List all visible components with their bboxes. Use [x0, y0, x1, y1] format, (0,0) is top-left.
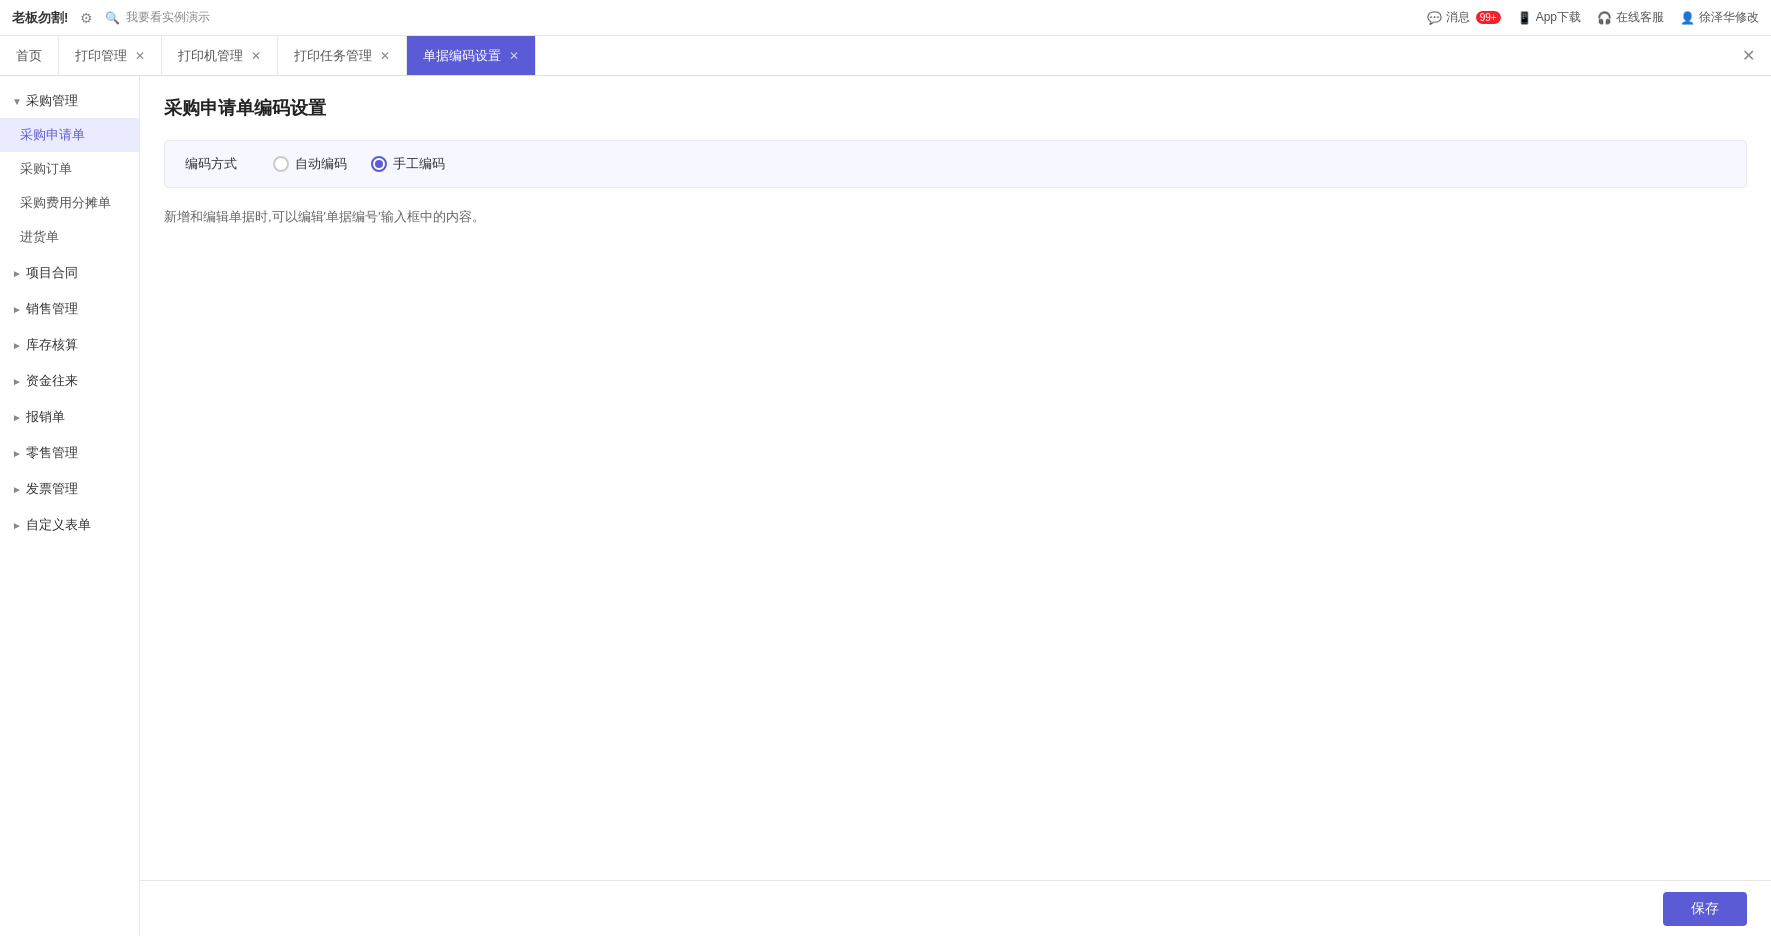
radio-manual-circle[interactable] [371, 156, 387, 172]
radio-auto-encoding[interactable]: 自动编码 [273, 155, 347, 173]
search-demo[interactable]: 🔍 我要看实例演示 [105, 9, 210, 26]
sidebar-group-sales-title[interactable]: ► 销售管理 [0, 292, 139, 326]
sidebar-group-invoice-title[interactable]: ► 发票管理 [0, 472, 139, 506]
radio-auto-label: 自动编码 [295, 155, 347, 173]
content-footer: 保存 [140, 880, 1771, 936]
app-download-label: App下载 [1536, 9, 1581, 26]
tab-single-code[interactable]: 单据编码设置 ✕ [407, 36, 536, 75]
sidebar-group-purchase: ▼ 采购管理 采购申请单 采购订单 采购费用分摊单 进货单 [0, 84, 139, 254]
customer-service-label: 在线客服 [1616, 9, 1664, 26]
settings-icon[interactable]: ⚙ [80, 10, 93, 26]
sidebar-item-purchase-order[interactable]: 采购订单 [0, 152, 139, 186]
message-icon: 💬 [1427, 11, 1442, 25]
sidebar-group-invoice: ► 发票管理 [0, 472, 139, 506]
chevron-down-icon: ▼ [12, 96, 22, 107]
tab-bar-close-all[interactable]: ✕ [1726, 36, 1771, 75]
sidebar-group-fund-title[interactable]: ► 资金往来 [0, 364, 139, 398]
save-button[interactable]: 保存 [1663, 892, 1747, 926]
radio-manual-label: 手工编码 [393, 155, 445, 173]
radio-auto-circle[interactable] [273, 156, 289, 172]
brand-label: 老板勿割! [12, 9, 68, 27]
page-title: 采购申请单编码设置 [164, 96, 1747, 120]
tab-print-task[interactable]: 打印任务管理 ✕ [278, 36, 407, 75]
sidebar-item-purchase-order-label: 采购订单 [20, 161, 72, 176]
sidebar-group-sales-label: 销售管理 [26, 300, 78, 318]
avatar-icon: 👤 [1680, 11, 1695, 25]
app-icon: 📱 [1517, 11, 1532, 25]
sidebar-item-purchase-expense-label: 采购费用分摊单 [20, 195, 111, 210]
sidebar-group-invoice-label: 发票管理 [26, 480, 78, 498]
chevron-right-icon-sales: ► [12, 304, 22, 315]
chevron-right-icon-returns: ► [12, 412, 22, 423]
tab-print-mgmt-close[interactable]: ✕ [135, 49, 145, 63]
sidebar-group-inventory: ► 库存核算 [0, 328, 139, 362]
sidebar-group-inventory-label: 库存核算 [26, 336, 78, 354]
tab-print-mgmt[interactable]: 打印管理 ✕ [59, 36, 162, 75]
tab-printer-mgmt-close[interactable]: ✕ [251, 49, 261, 63]
headset-icon: 🎧 [1597, 11, 1612, 25]
sidebar-group-returns-title[interactable]: ► 报销单 [0, 400, 139, 434]
tab-print-task-close[interactable]: ✕ [380, 49, 390, 63]
sidebar-group-returns-label: 报销单 [26, 408, 65, 426]
tab-bar: 首页 打印管理 ✕ 打印机管理 ✕ 打印任务管理 ✕ 单据编码设置 ✕ ✕ [0, 36, 1771, 76]
customer-service-button[interactable]: 🎧 在线客服 [1597, 9, 1664, 26]
chevron-right-icon-project: ► [12, 268, 22, 279]
sidebar-group-purchase-title[interactable]: ▼ 采购管理 [0, 84, 139, 118]
sidebar-group-fund-label: 资金往来 [26, 372, 78, 390]
sidebar-group-custom-label: 自定义表单 [26, 516, 91, 534]
top-bar: 老板勿割! ⚙ 🔍 我要看实例演示 💬 消息 99+ 📱 App下载 🎧 在线客… [0, 0, 1771, 36]
sidebar: ▼ 采购管理 采购申请单 采购订单 采购费用分摊单 进货单 ► 项目合同 [0, 76, 140, 936]
encoding-label: 编码方式 [185, 155, 237, 173]
sidebar-group-purchase-label: 采购管理 [26, 92, 78, 110]
sidebar-group-retail: ► 零售管理 [0, 436, 139, 470]
tab-print-task-label: 打印任务管理 [294, 47, 372, 65]
encoding-section: 编码方式 自动编码 手工编码 [164, 140, 1747, 188]
sidebar-item-purchase-expense[interactable]: 采购费用分摊单 [0, 186, 139, 220]
message-label: 消息 [1446, 9, 1470, 26]
top-bar-left: 老板勿割! ⚙ 🔍 我要看实例演示 [12, 9, 210, 27]
search-icon: 🔍 [105, 11, 120, 25]
chevron-right-icon-retail: ► [12, 448, 22, 459]
sidebar-group-fund: ► 资金往来 [0, 364, 139, 398]
sidebar-group-retail-label: 零售管理 [26, 444, 78, 462]
radio-manual-encoding[interactable]: 手工编码 [371, 155, 445, 173]
sidebar-group-project-label: 项目合同 [26, 264, 78, 282]
main-layout: ▼ 采购管理 采购申请单 采购订单 采购费用分摊单 进货单 ► 项目合同 [0, 76, 1771, 936]
tab-home-label: 首页 [16, 47, 42, 65]
content-main: 采购申请单编码设置 编码方式 自动编码 手工编码 新增和编辑单据时,可以编辑'单… [140, 76, 1771, 880]
user-name: 徐泽华修改 [1699, 9, 1759, 26]
sidebar-group-inventory-title[interactable]: ► 库存核算 [0, 328, 139, 362]
sidebar-item-purchase-requisition[interactable]: 采购申请单 [0, 118, 139, 152]
tab-single-code-label: 单据编码设置 [423, 47, 501, 65]
hint-text: 新增和编辑单据时,可以编辑'单据编号'输入框中的内容。 [164, 208, 1747, 226]
message-badge: 99+ [1476, 11, 1501, 24]
sidebar-item-goods-receipt-label: 进货单 [20, 229, 59, 244]
sidebar-group-custom: ► 自定义表单 [0, 508, 139, 542]
message-button[interactable]: 💬 消息 99+ [1427, 9, 1501, 26]
sidebar-group-returns: ► 报销单 [0, 400, 139, 434]
top-bar-right: 💬 消息 99+ 📱 App下载 🎧 在线客服 👤 徐泽华修改 [1427, 9, 1759, 26]
chevron-right-icon-invoice: ► [12, 484, 22, 495]
tab-single-code-close[interactable]: ✕ [509, 49, 519, 63]
user-avatar[interactable]: 👤 徐泽华修改 [1680, 9, 1759, 26]
content-area: 采购申请单编码设置 编码方式 自动编码 手工编码 新增和编辑单据时,可以编辑'单… [140, 76, 1771, 936]
sidebar-group-retail-title[interactable]: ► 零售管理 [0, 436, 139, 470]
tab-home[interactable]: 首页 [0, 36, 59, 75]
sidebar-group-project: ► 项目合同 [0, 256, 139, 290]
tab-printer-mgmt[interactable]: 打印机管理 ✕ [162, 36, 278, 75]
chevron-right-icon-inventory: ► [12, 340, 22, 351]
sidebar-group-sales: ► 销售管理 [0, 292, 139, 326]
tab-printer-mgmt-label: 打印机管理 [178, 47, 243, 65]
sidebar-group-project-title[interactable]: ► 项目合同 [0, 256, 139, 290]
chevron-right-icon-fund: ► [12, 376, 22, 387]
chevron-right-icon-custom: ► [12, 520, 22, 531]
app-download-button[interactable]: 📱 App下载 [1517, 9, 1581, 26]
search-text: 我要看实例演示 [126, 9, 210, 26]
sidebar-item-goods-receipt[interactable]: 进货单 [0, 220, 139, 254]
tab-print-mgmt-label: 打印管理 [75, 47, 127, 65]
sidebar-group-custom-title[interactable]: ► 自定义表单 [0, 508, 139, 542]
sidebar-item-purchase-requisition-label: 采购申请单 [20, 127, 85, 142]
